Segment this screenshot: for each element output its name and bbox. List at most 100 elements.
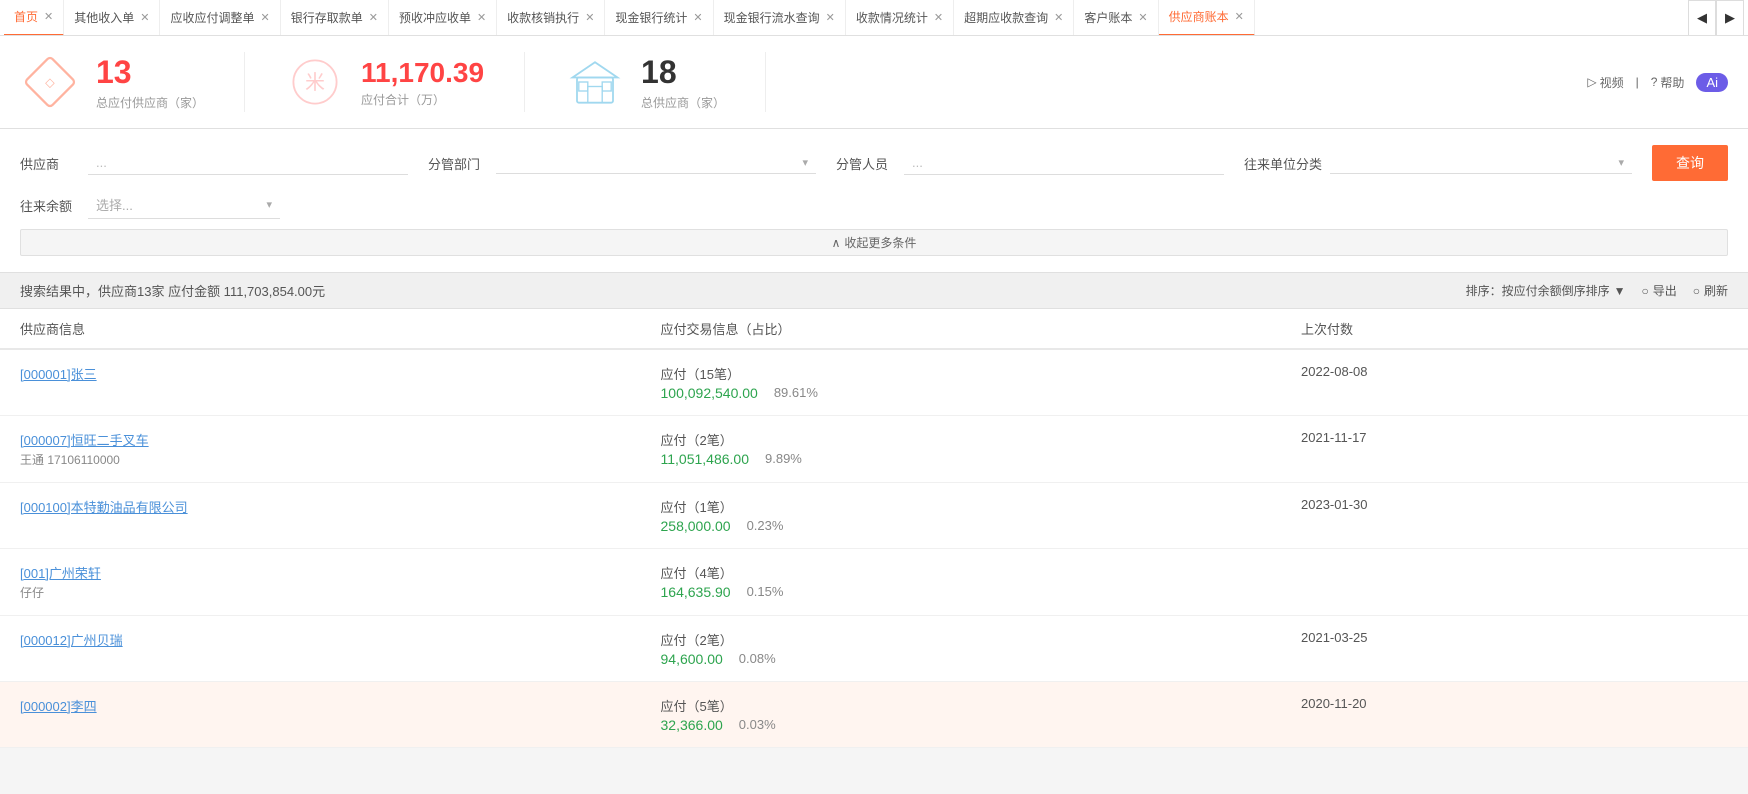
close-icon[interactable]: ✕ bbox=[1138, 11, 1147, 24]
table-row: [000012]广州贝瑞 应付（2笔） 94,600.00 0.08% 2021… bbox=[0, 616, 1748, 682]
stat-card-total-suppliers: 18 总供应商（家） bbox=[565, 52, 766, 112]
supplier-info-5: [000012]广州贝瑞 bbox=[20, 630, 661, 649]
balance-select[interactable]: 选择... ▾ bbox=[88, 191, 280, 219]
tx-percent-1: 89.61% bbox=[774, 385, 818, 400]
chevron-down-icon: ▾ bbox=[1618, 156, 1624, 169]
sort-button[interactable]: 排序：按应付余额倒序排序 ▼ bbox=[1466, 282, 1626, 299]
filter-unit-class: 往来单位分类 ▾ bbox=[1244, 152, 1632, 174]
close-icon[interactable]: ✕ bbox=[140, 11, 149, 24]
table-row: [000100]本特勤油品有限公司 应付（1笔） 258,000.00 0.23… bbox=[0, 483, 1748, 549]
person-input[interactable] bbox=[904, 151, 1224, 175]
supplier-info-3: [000100]本特勤油品有限公司 bbox=[20, 497, 661, 516]
play-icon: ▷ bbox=[1587, 75, 1596, 89]
filter-balance: 往来余额 选择... ▾ bbox=[20, 191, 280, 219]
tx-amount-1[interactable]: 100,092,540.00 bbox=[661, 385, 758, 401]
filter-balance-label: 往来余额 bbox=[20, 196, 80, 215]
collapse-button[interactable]: ∧ 收起更多条件 bbox=[20, 229, 1728, 256]
supplier-link-4[interactable]: [001]广州荣轩 bbox=[20, 563, 661, 582]
stat-label-suppliers: 总供应商（家） bbox=[641, 94, 725, 111]
tx-label-3: 应付（1笔） bbox=[661, 497, 1302, 516]
last-pay-5: 2021-03-25 bbox=[1301, 630, 1728, 645]
close-icon[interactable]: ✕ bbox=[826, 11, 835, 24]
nav-tab-bank[interactable]: 银行存取款单 ✕ bbox=[281, 0, 389, 36]
close-icon[interactable]: ✕ bbox=[934, 11, 943, 24]
stat-label-total: 应付合计（万） bbox=[361, 91, 484, 108]
supplier-link-2[interactable]: [000007]恒旺二手叉车 bbox=[20, 430, 661, 449]
filter-person: 分管人员 bbox=[836, 151, 1224, 175]
nav-arrow-left[interactable]: ◀ bbox=[1688, 0, 1716, 36]
close-icon[interactable]: ✕ bbox=[369, 11, 378, 24]
refresh-button[interactable]: ○ 刷新 bbox=[1693, 282, 1728, 299]
close-icon[interactable]: ✕ bbox=[693, 11, 702, 24]
header-tx: 应付交易信息（占比） bbox=[661, 319, 1302, 338]
svg-text:米: 米 bbox=[305, 72, 325, 94]
svg-text:◇: ◇ bbox=[45, 76, 55, 90]
tx-row-4: 164,635.90 0.15% bbox=[661, 582, 1302, 600]
supplier-sub-4: 仔仔 bbox=[20, 584, 661, 601]
filter-supplier: 供应商 bbox=[20, 151, 408, 175]
stat-info-payable: 13 总应付供应商（家） bbox=[96, 53, 204, 110]
tx-percent-2: 9.89% bbox=[765, 451, 802, 466]
tx-row-2: 11,051,486.00 9.89% bbox=[661, 449, 1302, 467]
close-icon[interactable]: ✕ bbox=[1235, 10, 1244, 23]
tx-label-1: 应付（15笔） bbox=[661, 364, 1302, 383]
tx-percent-4: 0.15% bbox=[747, 584, 784, 599]
supplier-input[interactable] bbox=[88, 151, 408, 175]
nav-tab-cashflow[interactable]: 现金银行流水查询 ✕ bbox=[714, 0, 846, 36]
dept-select[interactable]: ▾ bbox=[496, 152, 816, 174]
supplier-link-5[interactable]: [000012]广州贝瑞 bbox=[20, 630, 661, 649]
stat-number-suppliers: 18 bbox=[641, 53, 725, 91]
tx-percent-3: 0.23% bbox=[747, 518, 784, 533]
tx-amount-5[interactable]: 94,600.00 bbox=[661, 651, 723, 667]
unit-class-select[interactable]: ▾ bbox=[1330, 152, 1632, 174]
close-icon[interactable]: ✕ bbox=[260, 11, 269, 24]
tx-amount-4[interactable]: 164,635.90 bbox=[661, 584, 731, 600]
last-pay-1: 2022-08-08 bbox=[1301, 364, 1728, 379]
tx-percent-5: 0.08% bbox=[739, 651, 776, 666]
nav-tab-overdue[interactable]: 超期应收款查询 ✕ bbox=[954, 0, 1074, 36]
table-header: 供应商信息 应付交易信息（占比） 上次付数 bbox=[0, 309, 1748, 350]
tx-amount-6[interactable]: 32,366.00 bbox=[661, 717, 723, 733]
stat-info-total: 11,170.39 应付合计（万） bbox=[361, 56, 484, 109]
tx-row-1: 100,092,540.00 89.61% bbox=[661, 383, 1302, 401]
nav-tab-advance[interactable]: 预收冲应收单 ✕ bbox=[389, 0, 497, 36]
chevron-down-icon: ▾ bbox=[802, 156, 808, 169]
close-icon[interactable]: ✕ bbox=[585, 11, 594, 24]
stat-number-total: 11,170.39 bbox=[361, 56, 484, 90]
supplier-link-3[interactable]: [000100]本特勤油品有限公司 bbox=[20, 497, 661, 516]
nav-tab-custbook[interactable]: 客户账本 ✕ bbox=[1074, 0, 1158, 36]
diamond-icon: ◇ bbox=[20, 52, 80, 112]
nav-tab-supbook[interactable]: 供应商账本 ✕ bbox=[1159, 0, 1255, 36]
nav-tab-home[interactable]: 首页 ✕ bbox=[4, 0, 64, 36]
header-supplier: 供应商信息 bbox=[20, 319, 661, 338]
tx-info-4: 应付（4笔） 164,635.90 0.15% bbox=[661, 563, 1302, 600]
supplier-link-6[interactable]: [000002]李四 bbox=[20, 696, 661, 715]
nav-tab-recstat[interactable]: 收款情况统计 ✕ bbox=[846, 0, 954, 36]
nav-tab-income[interactable]: 其他收入单 ✕ bbox=[64, 0, 160, 36]
supplier-link-1[interactable]: [000001]张三 bbox=[20, 364, 661, 383]
close-icon[interactable]: ✕ bbox=[1054, 11, 1063, 24]
close-icon[interactable]: ✕ bbox=[477, 11, 486, 24]
tx-amount-3[interactable]: 258,000.00 bbox=[661, 518, 731, 534]
nav-arrow-right[interactable]: ▶ bbox=[1716, 0, 1744, 36]
collapse-icon: ∧ bbox=[832, 236, 841, 250]
tx-row-6: 32,366.00 0.03% bbox=[661, 715, 1302, 733]
nav-tab-cashstat[interactable]: 现金银行统计 ✕ bbox=[605, 0, 713, 36]
video-link[interactable]: ▷ 视频 bbox=[1587, 74, 1623, 91]
help-link[interactable]: ? 帮助 bbox=[1651, 74, 1685, 91]
result-bar: 搜索结果中，供应商13家 应付金额 111,703,854.00元 排序：按应付… bbox=[0, 273, 1748, 309]
filter-dept-label: 分管部门 bbox=[428, 154, 488, 173]
nav-tab-verify[interactable]: 收款核销执行 ✕ bbox=[497, 0, 605, 36]
table-row: [000002]李四 应付（5笔） 32,366.00 0.03% 2020-1… bbox=[0, 682, 1748, 748]
stat-label-payable: 总应付供应商（家） bbox=[96, 94, 204, 111]
supplier-info-1: [000001]张三 bbox=[20, 364, 661, 383]
export-button[interactable]: ○ 导出 bbox=[1641, 282, 1676, 299]
ai-button[interactable]: Ai bbox=[1696, 73, 1728, 92]
close-icon[interactable]: ✕ bbox=[44, 10, 53, 23]
table-row: [001]广州荣轩 仔仔 应付（4笔） 164,635.90 0.15% bbox=[0, 549, 1748, 616]
nav-tab-adjust[interactable]: 应收应付调整单 ✕ bbox=[160, 0, 280, 36]
query-button[interactable]: 查询 bbox=[1652, 145, 1728, 181]
tx-amount-2[interactable]: 11,051,486.00 bbox=[661, 451, 750, 467]
top-navigation: 首页 ✕ 其他收入单 ✕ 应收应付调整单 ✕ 银行存取款单 ✕ 预收冲应收单 ✕… bbox=[0, 0, 1748, 36]
tx-info-1: 应付（15笔） 100,092,540.00 89.61% bbox=[661, 364, 1302, 401]
